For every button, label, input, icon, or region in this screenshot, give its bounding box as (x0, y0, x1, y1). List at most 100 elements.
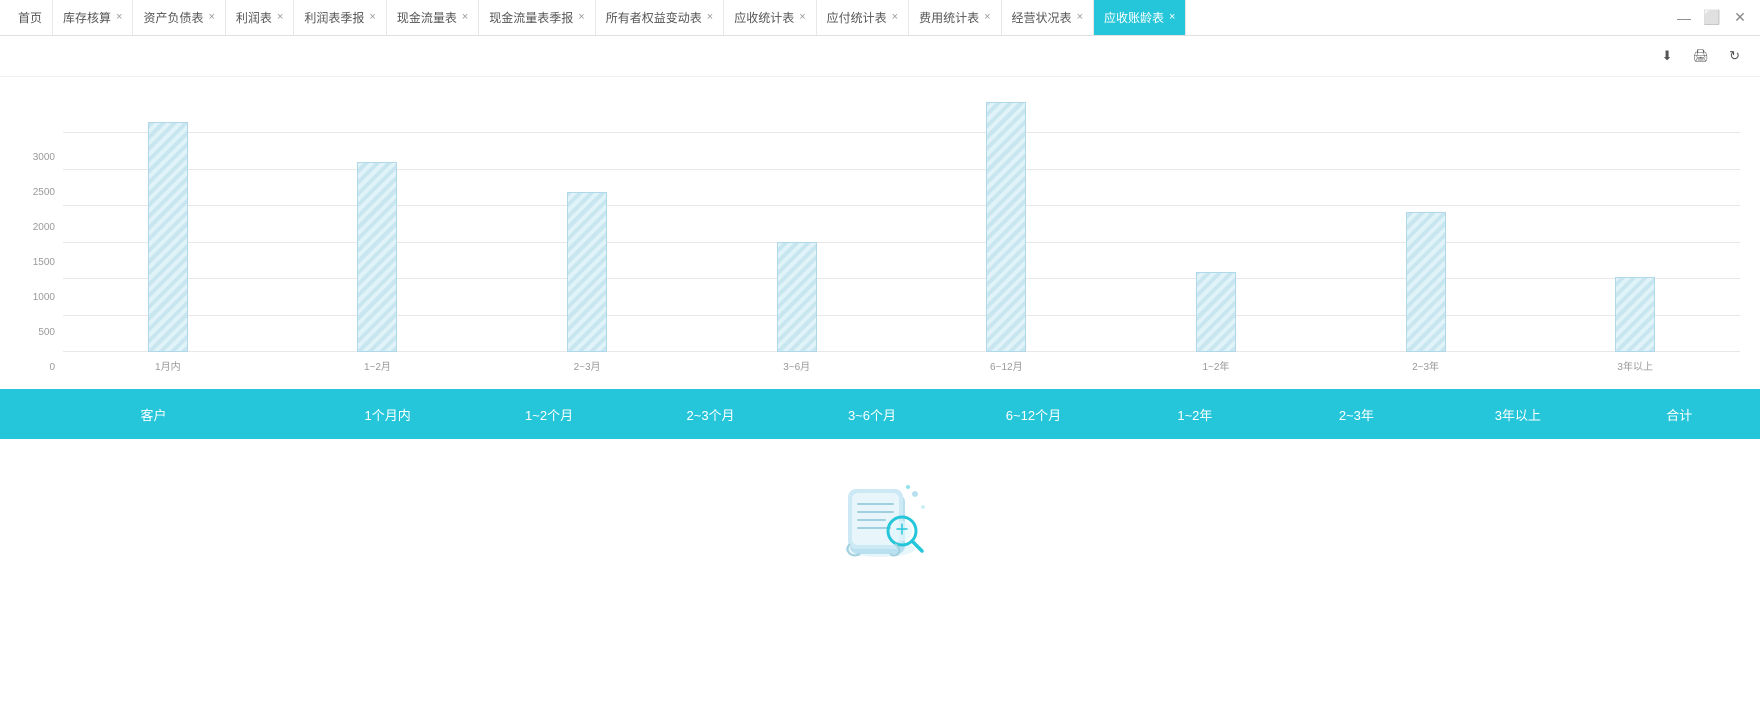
table-header-row: 客户1个月内1~2个月2~3个月3~6个月6~12个月1~2年2~3年3年以上合… (0, 389, 1760, 439)
x-axis-label: 1~2年 (1111, 358, 1321, 373)
tab-profit[interactable]: 利润表 × (226, 0, 294, 36)
table-header-9: 合计 (1599, 405, 1760, 424)
tab-balance[interactable]: 资产负债表 × (133, 0, 225, 36)
empty-state (0, 439, 1760, 720)
tab-close-cashflow-quarterly[interactable]: × (578, 12, 584, 23)
tab-close-balance[interactable]: × (208, 12, 214, 23)
tab-label-balance: 资产负债表 (143, 9, 203, 26)
tab-profit-quarterly[interactable]: 利润表季报 × (294, 0, 386, 36)
tab-label-ar-aging: 应收账龄表 (1104, 9, 1164, 26)
x-axis-label: 2~3年 (1321, 358, 1531, 373)
close-window-button[interactable]: ✕ (1728, 6, 1752, 30)
print-button[interactable]: 🖨 (1693, 48, 1714, 64)
chart-bars-wrapper (63, 132, 1740, 352)
chart-container: 050010001500200025003000 1月内1~2月2~3月3~6月… (20, 93, 1740, 373)
tab-label-cashflow-quarterly: 现金流量表季报 (489, 9, 573, 26)
tab-label-profit: 利润表 (236, 9, 272, 26)
chart-plot-area: 1月内1~2月2~3月3~6月6~12月1~2年2~3年3年以上 (63, 132, 1740, 373)
tab-label-equity-changes: 所有者权益变动表 (606, 9, 702, 26)
chart-bar-group (1111, 132, 1321, 352)
refresh-button[interactable]: ↻ (1729, 48, 1744, 64)
download-icon: ⬇ (1662, 48, 1673, 64)
y-axis-label: 0 (20, 363, 55, 373)
chart-bar-1~2月 (357, 162, 397, 352)
tab-close-equity-changes[interactable]: × (707, 12, 713, 23)
content-area: ⬇ 🖨 ↻ 050010001500200025003000 1月内1~2月2~ (0, 36, 1760, 720)
tab-label-profit-quarterly: 利润表季报 (304, 9, 364, 26)
tab-close-ap-stats[interactable]: × (892, 12, 898, 23)
table-header-8: 3年以上 (1437, 405, 1598, 424)
chart-section: 050010001500200025003000 1月内1~2月2~3月3~6月… (0, 77, 1760, 389)
table-header-7: 2~3年 (1276, 405, 1437, 424)
x-axis-label: 1月内 (63, 358, 273, 373)
tab-ar-aging[interactable]: 应收账龄表 × (1094, 0, 1186, 36)
tab-close-ar-stats[interactable]: × (799, 12, 805, 23)
tab-label-ap-stats: 应付统计表 (827, 9, 887, 26)
print-icon: 🖨 (1693, 48, 1710, 64)
y-axis-label: 500 (20, 328, 55, 338)
table-header-4: 3~6个月 (791, 405, 952, 424)
window-controls: — ⬜ ✕ (1672, 6, 1752, 30)
y-axis-label: 1000 (20, 293, 55, 303)
chart-bar-group (1530, 132, 1740, 352)
maximize-button[interactable]: ⬜ (1700, 6, 1724, 30)
tab-close-expense-stats[interactable]: × (984, 12, 990, 23)
chart-bar-1~2年 (1196, 272, 1236, 352)
x-axis-label: 3年以上 (1530, 358, 1740, 373)
tab-bar: 首页库存核算×资产负债表×利润表×利润表季报×现金流量表×现金流量表季报×所有者… (0, 0, 1760, 36)
chart-bar-group (273, 132, 483, 352)
tab-cashflow-quarterly[interactable]: 现金流量表季报 × (479, 0, 595, 36)
table-header-3: 2~3个月 (630, 405, 791, 424)
refresh-icon: ↻ (1729, 48, 1740, 64)
chart-bar-2~3月 (567, 192, 607, 352)
chart-bar-3年以上 (1615, 277, 1655, 352)
tab-ar-stats[interactable]: 应收统计表 × (724, 0, 816, 36)
tab-home[interactable]: 首页 (8, 0, 53, 36)
chart-bar-6~12月 (986, 102, 1026, 352)
table-header-2: 1~2个月 (468, 405, 629, 424)
tab-close-ar-aging[interactable]: × (1169, 12, 1175, 23)
tab-label-cashflow: 现金流量表 (397, 9, 457, 26)
x-axis-label: 1~2月 (273, 358, 483, 373)
chart-bars (63, 132, 1740, 352)
y-axis-label: 2000 (20, 223, 55, 233)
tab-label-operation: 经营状况表 (1012, 9, 1072, 26)
tab-close-profit[interactable]: × (277, 12, 283, 23)
tab-label-ar-stats: 应收统计表 (734, 9, 794, 26)
chart-bar-group (692, 132, 902, 352)
x-axis-label: 6~12月 (902, 358, 1112, 373)
chart-bar-1月内 (148, 122, 188, 352)
tab-close-operation[interactable]: × (1077, 12, 1083, 23)
minimize-button[interactable]: — (1672, 6, 1696, 30)
tab-label-inventory: 库存核算 (63, 9, 111, 26)
table-header-1: 1个月内 (307, 405, 468, 424)
empty-icon (820, 469, 940, 569)
y-axis-label: 1500 (20, 258, 55, 268)
tab-close-inventory[interactable]: × (116, 12, 122, 23)
tab-equity-changes[interactable]: 所有者权益变动表 × (596, 0, 724, 36)
tab-operation[interactable]: 经营状况表 × (1002, 0, 1094, 36)
tab-expense-stats[interactable]: 费用统计表 × (909, 0, 1001, 36)
table-header-0: 客户 (0, 405, 307, 424)
y-axis-label: 2500 (20, 188, 55, 198)
tab-close-cashflow[interactable]: × (462, 12, 468, 23)
tab-inventory[interactable]: 库存核算 × (53, 0, 133, 36)
download-button[interactable]: ⬇ (1662, 48, 1677, 64)
chart-bar-2~3年 (1406, 212, 1446, 352)
chart-x-labels: 1月内1~2月2~3月3~6月6~12月1~2年2~3年3年以上 (63, 358, 1740, 373)
tab-label-home: 首页 (18, 9, 42, 26)
table-header-6: 1~2年 (1114, 405, 1275, 424)
chart-bar-3~6月 (777, 242, 817, 352)
chart-y-axis: 050010001500200025003000 (20, 153, 55, 373)
page-header: ⬇ 🖨 ↻ (0, 36, 1760, 77)
x-axis-label: 3~6月 (692, 358, 902, 373)
x-axis-label: 2~3月 (482, 358, 692, 373)
table-header-5: 6~12个月 (953, 405, 1114, 424)
tab-ap-stats[interactable]: 应付统计表 × (817, 0, 909, 36)
tab-cashflow[interactable]: 现金流量表 × (387, 0, 479, 36)
tab-label-expense-stats: 费用统计表 (919, 9, 979, 26)
chart-bar-group (482, 132, 692, 352)
tab-close-profit-quarterly[interactable]: × (369, 12, 375, 23)
chart-bar-group (1321, 132, 1531, 352)
header-actions: ⬇ 🖨 ↻ (1662, 48, 1744, 64)
